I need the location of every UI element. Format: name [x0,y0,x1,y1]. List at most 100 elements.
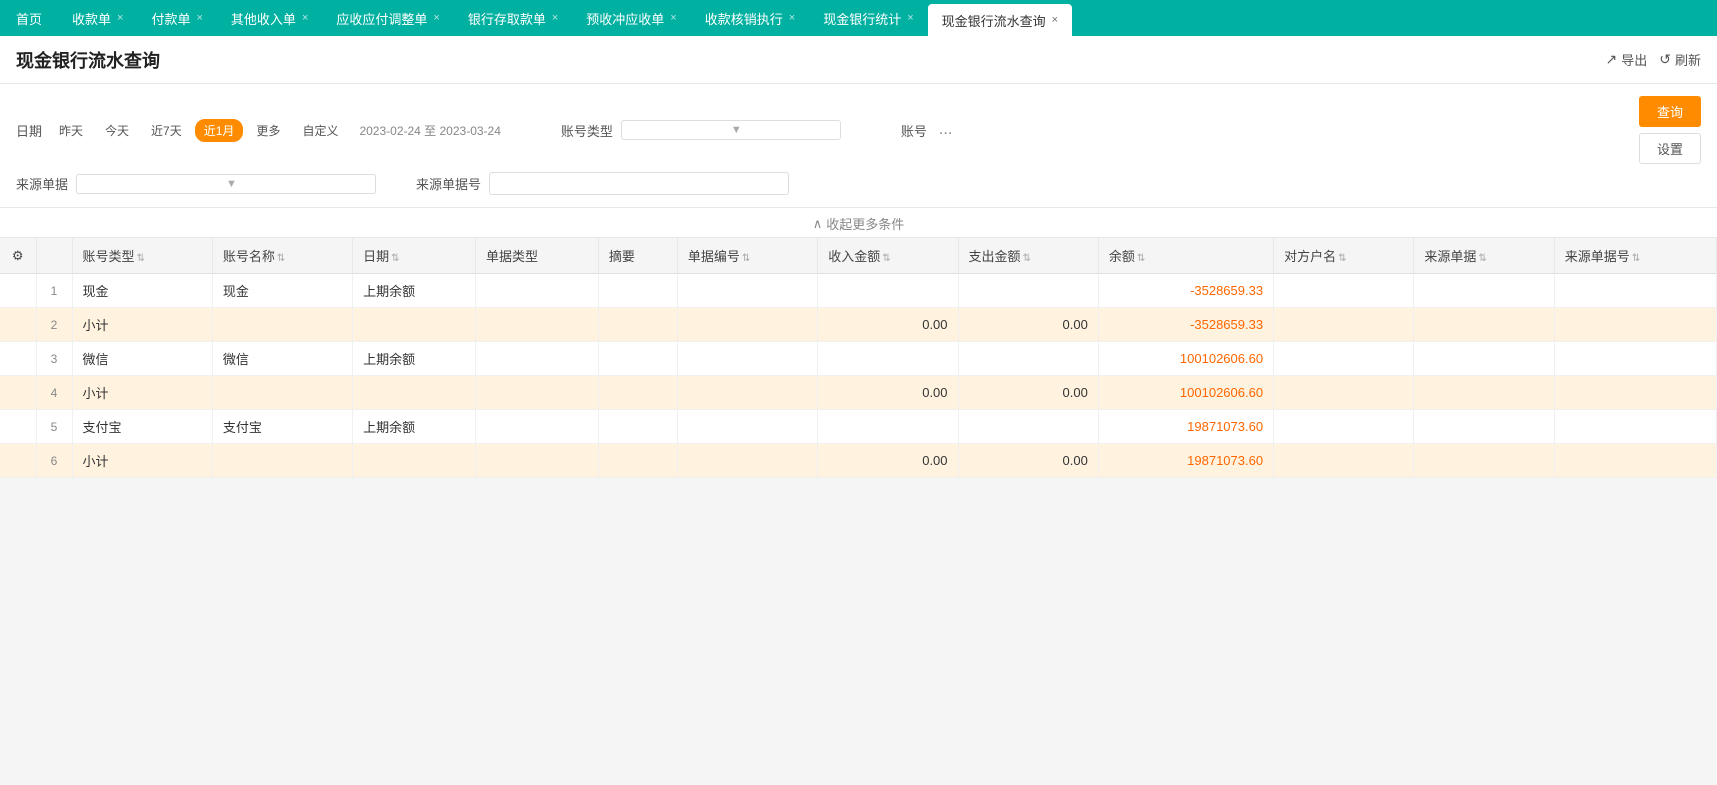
th-label-income: 收入金额 [828,249,880,264]
source-doc-select[interactable]: ▼ [76,174,376,194]
nav-tab-close-4[interactable]: × [552,12,558,24]
settings-icon[interactable]: ⚙ [12,248,24,263]
nav-tab-0[interactable]: 收款单× [58,0,137,36]
td-account_name: 现金 [212,274,352,308]
nav-tab-5[interactable]: 预收冲应收单× [572,0,690,36]
nav-home[interactable]: 首页 [0,9,58,28]
date-option-1[interactable]: 今天 [96,119,138,142]
nav-tab-close-5[interactable]: × [670,12,676,24]
th-label-doc_type: 单据类型 [486,249,538,264]
nav-tab-4[interactable]: 银行存取款单× [454,0,572,36]
td-source_doc [1414,410,1554,444]
th-doc_num[interactable]: 单据编号⇅ [677,238,817,274]
td-income [818,342,958,376]
td-settings [0,444,36,478]
td-income: 0.00 [818,444,958,478]
date-option-0[interactable]: 昨天 [50,119,92,142]
sort-icon-income: ⇅ [882,253,890,264]
nav-tab-close-1[interactable]: × [196,12,202,24]
settings-button[interactable]: 设置 [1639,133,1701,164]
td-source_doc_num [1554,444,1716,478]
sort-icon-account_name: ⇅ [277,253,285,264]
sort-icon-source_doc: ⇅ [1478,253,1486,264]
nav-tab-label-2: 其他收入单 [231,9,296,28]
td-source_doc_num [1554,376,1716,410]
td-index: 2 [36,308,72,342]
nav-tab-close-8[interactable]: × [1052,14,1058,26]
th-balance[interactable]: 余额⇅ [1098,238,1273,274]
date-option-3[interactable]: 近1月 [195,119,244,142]
export-icon: ↗ [1606,51,1618,68]
collapse-bar[interactable]: ∧ 收起更多条件 [0,208,1717,238]
nav-tab-6[interactable]: 收款核销执行× [691,0,809,36]
td-expense: 0.00 [958,308,1098,342]
td-index: 6 [36,444,72,478]
sort-icon-balance: ⇅ [1137,253,1145,264]
td-expense [958,410,1098,444]
refresh-button[interactable]: ↺ 刷新 [1659,50,1701,69]
td-counterpart [1274,410,1414,444]
nav-tab-close-2[interactable]: × [302,12,308,24]
nav-tab-close-0[interactable]: × [117,12,123,24]
nav-tab-3[interactable]: 应收应付调整单× [322,0,453,36]
td-balance: 19871073.60 [1098,444,1273,478]
account-type-select[interactable]: ▼ [621,120,841,140]
sort-icon-date: ⇅ [391,253,399,264]
nav-tab-8[interactable]: 现金银行流水查询 × [928,4,1072,36]
td-index: 1 [36,274,72,308]
sort-icon-source_doc_num: ⇅ [1632,253,1640,264]
nav-tab-1[interactable]: 付款单× [137,0,216,36]
th-label-account_name: 账号名称 [223,249,275,264]
th-account_name[interactable]: 账号名称⇅ [212,238,352,274]
nav-tab-2[interactable]: 其他收入单 × [217,0,322,36]
td-income [818,274,958,308]
td-date: 上期余额 [353,410,476,444]
td-source_doc [1414,274,1554,308]
th-account_type[interactable]: 账号类型⇅ [72,238,212,274]
nav-tab-label-8: 现金银行流水查询 [942,11,1046,30]
export-button[interactable]: ↗ 导出 [1606,50,1648,69]
th-label-source_doc: 来源单据 [1424,249,1476,264]
nav-tab-close-3[interactable]: × [433,12,439,24]
th-counterpart[interactable]: 对方户名⇅ [1274,238,1414,274]
account-type-filter: 账号类型 ▼ [561,120,841,140]
sort-icon-account_type: ⇅ [137,253,145,264]
td-source_doc [1414,376,1554,410]
th-label-source_doc_num: 来源单据号 [1565,249,1630,264]
account-label: 账号 [901,121,927,140]
td-doc_type [475,376,598,410]
th-date[interactable]: 日期⇅ [353,238,476,274]
nav-tab-close-6[interactable]: × [789,12,795,24]
td-account_type: 现金 [72,274,212,308]
query-button[interactable]: 查询 [1639,96,1701,127]
date-option-5[interactable]: 自定义 [293,119,347,142]
th-expense[interactable]: 支出金额⇅ [958,238,1098,274]
th-income[interactable]: 收入金额⇅ [818,238,958,274]
collapse-up-icon: ∧ [813,216,823,232]
th-source_doc[interactable]: 来源单据⇅ [1414,238,1554,274]
source-doc-num-filter: 来源单据号 [416,172,789,195]
nav-tab-close-7[interactable]: × [907,12,913,24]
th-label-doc_num: 单据编号 [688,249,740,264]
date-label: 日期 [16,121,42,140]
td-settings [0,342,36,376]
refresh-label: 刷新 [1675,50,1701,69]
td-counterpart [1274,308,1414,342]
td-index: 3 [36,342,72,376]
td-source_doc [1414,444,1554,478]
th-source_doc_num[interactable]: 来源单据号⇅ [1554,238,1716,274]
th-label-balance: 余额 [1109,249,1135,264]
td-source_doc [1414,342,1554,376]
td-doc_type [475,444,598,478]
date-option-4[interactable]: 更多 [247,119,289,142]
td-income: 0.00 [818,308,958,342]
date-option-2[interactable]: 近7天 [142,119,191,142]
table-area: ⚙账号类型⇅账号名称⇅日期⇅单据类型摘要单据编号⇅收入金额⇅支出金额⇅余额⇅对方… [0,238,1717,478]
source-doc-num-input[interactable] [489,172,789,195]
td-source_doc_num [1554,342,1716,376]
account-more-button[interactable]: ... [935,121,956,139]
td-summary [598,410,677,444]
nav-tab-7[interactable]: 现金银行统计× [809,0,927,36]
td-balance: -3528659.33 [1098,308,1273,342]
td-expense: 0.00 [958,376,1098,410]
